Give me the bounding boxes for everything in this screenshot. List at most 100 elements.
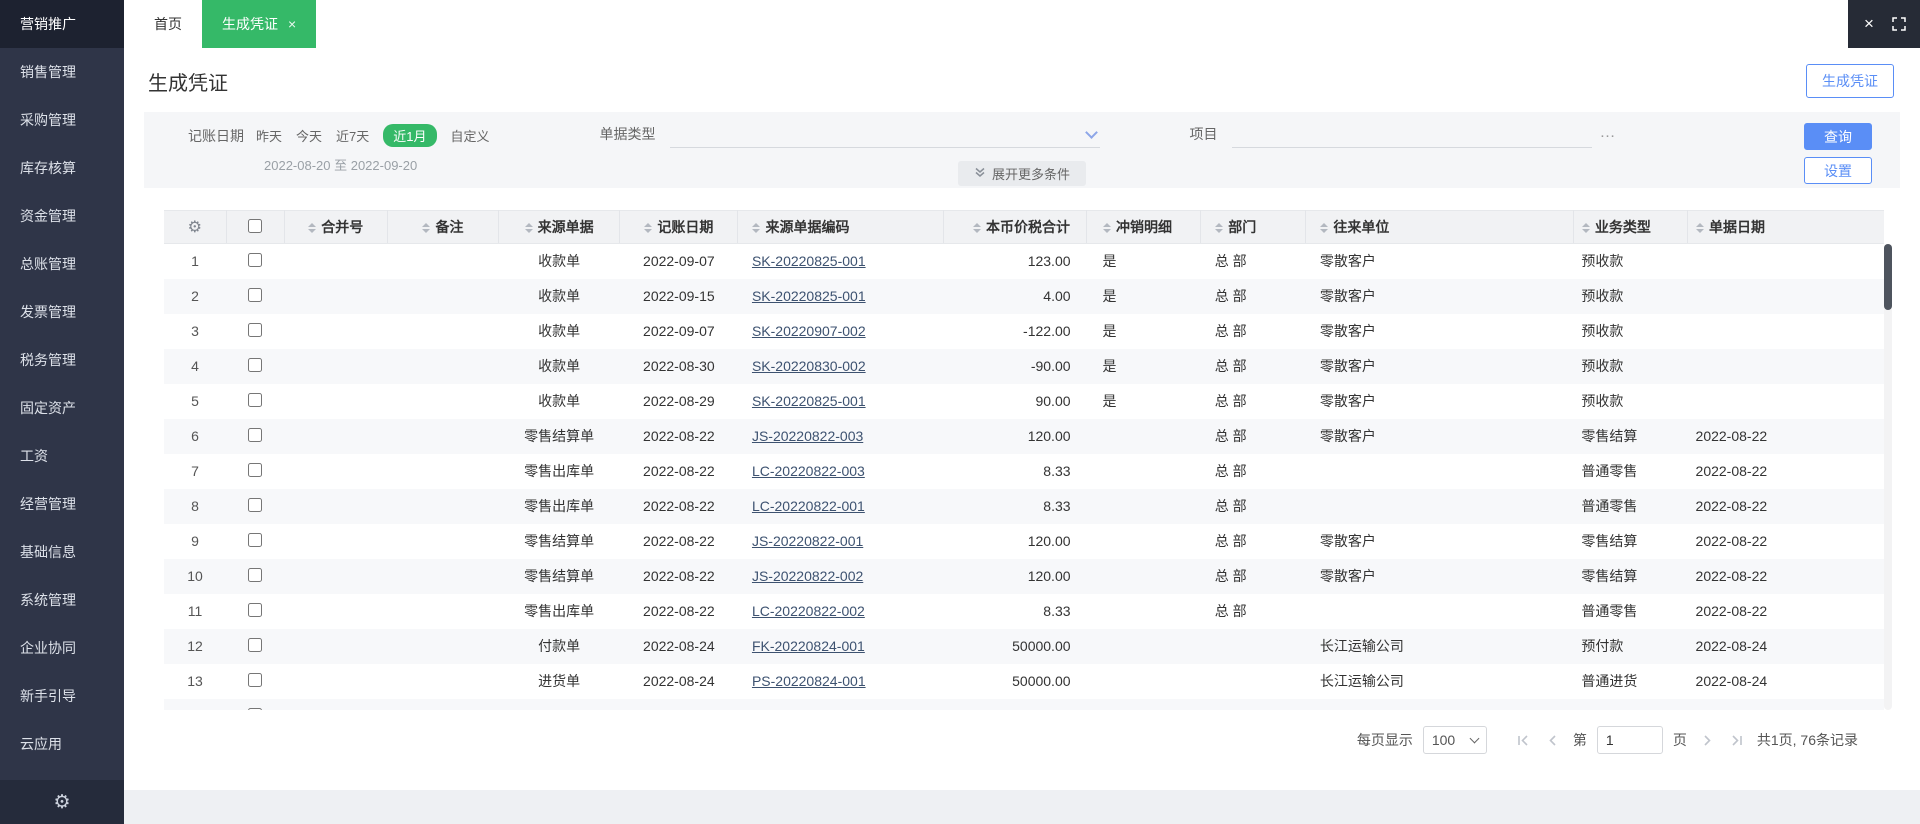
column-header-merge_no[interactable]: 合并号 [284, 210, 388, 244]
sidebar-item-云应用[interactable]: 云应用 [0, 720, 124, 768]
source-code-link[interactable]: SK-20220825-001 [752, 253, 866, 269]
sort-icon[interactable] [422, 223, 431, 234]
row-checkbox[interactable] [248, 672, 263, 687]
source-code-link[interactable]: JS-20220822-001 [752, 533, 863, 549]
scrollbar-thumb[interactable] [1884, 244, 1892, 310]
row-checkbox[interactable] [248, 462, 263, 477]
generate-voucher-button[interactable]: 生成凭证 [1806, 64, 1894, 98]
sidebar-item-固定资产[interactable]: 固定资产 [0, 384, 124, 432]
table-row[interactable]: 1 收款单 2022-09-07 SK-20220825-001 123.00 是 总 部 零… [164, 244, 1884, 279]
quick-date-昨天[interactable]: 昨天 [256, 126, 282, 145]
sidebar-item-库存核算[interactable]: 库存核算 [0, 144, 124, 192]
row-checkbox[interactable] [248, 567, 263, 582]
sidebar-item-新手引导[interactable]: 新手引导 [0, 672, 124, 720]
source-code-link[interactable]: JS-20220822-002 [752, 568, 863, 584]
sort-icon[interactable] [1581, 223, 1590, 234]
close-window-icon[interactable]: × [1856, 11, 1882, 37]
per-page-select[interactable]: 100 [1422, 726, 1487, 754]
next-page-button[interactable] [1697, 730, 1717, 750]
sidebar-item-工资[interactable]: 工资 [0, 432, 124, 480]
sidebar-item-采购管理[interactable]: 采购管理 [0, 96, 124, 144]
column-header-doc_date[interactable]: 单据日期 [1687, 210, 1884, 244]
sort-icon[interactable] [308, 223, 317, 234]
source-code-link[interactable]: LC-20220822-003 [752, 463, 865, 479]
sidebar-item-营销推广[interactable]: 营销推广 [0, 0, 124, 48]
row-checkbox[interactable] [248, 497, 263, 512]
table-row[interactable]: 5 收款单 2022-08-29 SK-20220825-001 90.00 是 总 部 零散… [164, 384, 1884, 419]
sort-icon[interactable] [644, 223, 653, 234]
sidebar-item-税务管理[interactable]: 税务管理 [0, 336, 124, 384]
column-settings-gear-icon[interactable]: ⚙ [188, 219, 202, 236]
settings-button[interactable]: 设置 [1804, 157, 1872, 184]
source-code-link[interactable]: LC-20220822-002 [752, 603, 865, 619]
tab-首页[interactable]: 首页 [134, 0, 202, 48]
column-header-dept[interactable]: 部门 [1200, 210, 1307, 244]
source-code-link[interactable]: SK-20220907-002 [752, 323, 866, 339]
quick-date-今天[interactable]: 今天 [296, 126, 322, 145]
column-header-source_code[interactable]: 来源单据编码 [737, 210, 944, 244]
select-all-checkbox[interactable] [248, 218, 263, 233]
sort-icon[interactable] [1103, 223, 1112, 234]
project-picker-ellipsis-icon[interactable]: … [1600, 124, 1616, 142]
column-header-note[interactable]: 备注 [387, 210, 500, 244]
tab-生成凭证[interactable]: 生成凭证 × [202, 0, 317, 48]
table-row[interactable]: 2 收款单 2022-09-15 SK-20220825-001 4.00 是 总 部 零散客… [164, 278, 1884, 314]
source-code-link[interactable]: SK-20220825-001 [752, 288, 866, 304]
quick-date-自定义[interactable]: 自定义 [451, 126, 490, 145]
table-row[interactable]: 7 零售出库单 2022-08-22 LC-20220822-003 8.33 总 部 普通… [164, 454, 1884, 489]
last-page-button[interactable] [1727, 730, 1747, 750]
row-checkbox[interactable] [248, 707, 263, 710]
sidebar-item-销售管理[interactable]: 销售管理 [0, 48, 124, 96]
sidebar-item-资金管理[interactable]: 资金管理 [0, 192, 124, 240]
table-row[interactable]: 9 零售结算单 2022-08-22 JS-20220822-001 120.00 总 部… [164, 524, 1884, 559]
table-row[interactable]: 4 收款单 2022-08-30 SK-20220830-002 -90.00 是 总 部 零… [164, 348, 1884, 384]
sidebar-item-企业协同[interactable]: 企业协同 [0, 624, 124, 672]
sort-icon[interactable] [1320, 223, 1329, 234]
row-checkbox[interactable] [248, 602, 263, 617]
column-header-source_doc[interactable]: 来源单据 [498, 210, 621, 244]
project-input[interactable] [1231, 124, 1592, 148]
fullscreen-icon[interactable] [1886, 11, 1912, 37]
source-code-link[interactable]: JS-20220822-003 [752, 428, 863, 444]
row-checkbox[interactable] [248, 322, 263, 337]
settings-gear-icon[interactable]: ⚙ [53, 791, 70, 814]
prev-page-button[interactable] [1543, 730, 1563, 750]
first-page-button[interactable] [1513, 730, 1533, 750]
quick-date-近1月[interactable]: 近1月 [383, 124, 437, 147]
row-checkbox[interactable] [248, 252, 263, 267]
source-code-link[interactable]: FK-20220824-001 [752, 638, 865, 654]
expand-more-conditions[interactable]: 展开更多条件 [957, 161, 1087, 186]
source-code-link[interactable]: LC-20220822-001 [752, 498, 865, 514]
source-code-link[interactable]: SK-20220830-002 [752, 358, 866, 374]
vertical-scrollbar[interactable] [1884, 244, 1892, 710]
quick-date-近7天[interactable]: 近7天 [336, 126, 369, 145]
table-row[interactable]: 3 收款单 2022-09-07 SK-20220907-002 -122.00 是 总 部… [164, 314, 1884, 349]
column-header-biz_type[interactable]: 业务类型 [1573, 210, 1689, 244]
row-checkbox[interactable] [248, 392, 263, 407]
table-row[interactable]: 12 付款单 2022-08-24 FK-20220824-001 50000.00 长江… [164, 628, 1884, 664]
table-row[interactable]: 11 零售出库单 2022-08-22 LC-20220822-002 8.33 总 部 普… [164, 594, 1884, 629]
column-header-book_date[interactable]: 记账日期 [619, 210, 739, 244]
page-number-input[interactable] [1596, 726, 1663, 754]
source-code-link[interactable]: SK-20220825-001 [752, 393, 866, 409]
search-button[interactable]: 查询 [1804, 123, 1872, 150]
sort-icon[interactable] [524, 223, 533, 234]
column-header-writeoff[interactable]: 冲销明细 [1086, 210, 1202, 244]
source-code-link[interactable]: PS-20220824-001 [752, 673, 866, 689]
sort-icon[interactable] [973, 223, 982, 234]
doc-type-select[interactable] [669, 124, 1100, 148]
row-checkbox[interactable] [248, 637, 263, 652]
sidebar-item-发票管理[interactable]: 发票管理 [0, 288, 124, 336]
sidebar-item-系统管理[interactable]: 系统管理 [0, 576, 124, 624]
column-header-amount[interactable]: 本币价税合计 [943, 210, 1088, 244]
tab-close-icon[interactable]: × [288, 16, 296, 32]
sort-icon[interactable] [1215, 223, 1224, 234]
sidebar-item-总账管理[interactable]: 总账管理 [0, 240, 124, 288]
table-row[interactable]: 6 零售结算单 2022-08-22 JS-20220822-003 120.00 总 部… [164, 418, 1884, 454]
row-checkbox[interactable] [248, 532, 263, 547]
table-row[interactable]: 10 零售结算单 2022-08-22 JS-20220822-002 120.00 总 … [164, 558, 1884, 594]
sort-icon[interactable] [1696, 223, 1705, 234]
row-checkbox[interactable] [248, 427, 263, 442]
table-row[interactable]: 13 进货单 2022-08-24 PS-20220824-001 50000.00 长江… [164, 664, 1884, 699]
sidebar-item-经营管理[interactable]: 经营管理 [0, 480, 124, 528]
